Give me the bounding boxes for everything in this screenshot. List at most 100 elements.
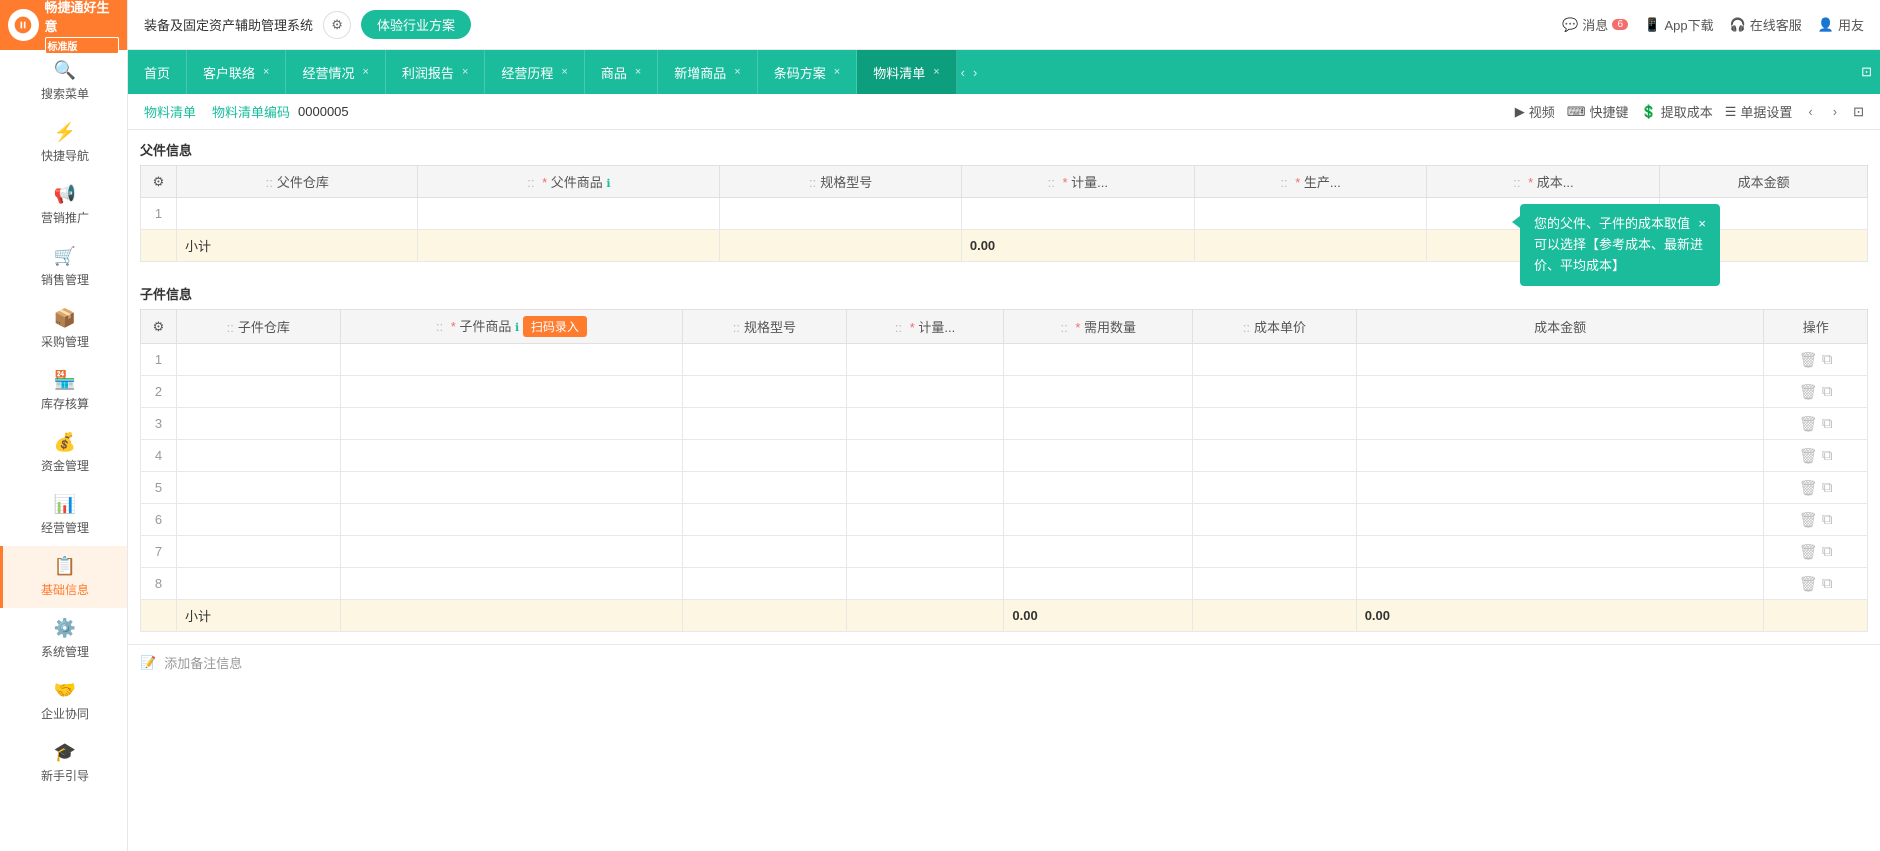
child-row2-unit-cost[interactable] bbox=[1193, 376, 1357, 408]
child-row4-warehouse[interactable] bbox=[177, 440, 341, 472]
delete-icon-4[interactable]: 🗑 bbox=[1799, 447, 1818, 465]
sidebar-item-guide[interactable]: 🎓 新手引导 bbox=[0, 732, 127, 794]
child-row1-qty[interactable] bbox=[1004, 344, 1193, 376]
sidebar-item-ops[interactable]: 📊 经营管理 bbox=[0, 484, 127, 546]
sidebar-item-system[interactable]: ⚙️ 系统管理 bbox=[0, 608, 127, 670]
child-row4-unit[interactable] bbox=[846, 440, 1004, 472]
content-nav-next[interactable]: › bbox=[1829, 104, 1841, 119]
child-row5-spec[interactable] bbox=[683, 472, 847, 504]
child-row5-goods[interactable] bbox=[340, 472, 682, 504]
copy-icon-8[interactable]: ⧉ bbox=[1822, 575, 1833, 593]
tab-bizstatus-close[interactable]: × bbox=[362, 66, 368, 78]
breadcrumb-code-label[interactable]: 物料清单编码 bbox=[212, 102, 290, 121]
tab-bizhistory[interactable]: 经营历程 × bbox=[485, 50, 584, 94]
delete-icon-5[interactable]: 🗑 bbox=[1799, 479, 1818, 497]
child-row1-unit[interactable] bbox=[846, 344, 1004, 376]
tab-customer-close[interactable]: × bbox=[263, 66, 269, 78]
child-row4-spec[interactable] bbox=[683, 440, 847, 472]
child-row6-unit-cost[interactable] bbox=[1193, 504, 1357, 536]
child-row2-qty[interactable] bbox=[1004, 376, 1193, 408]
sidebar-item-quick-nav[interactable]: ⚡ 快捷导航 bbox=[0, 112, 127, 174]
child-row5-warehouse[interactable] bbox=[177, 472, 341, 504]
child-col-gear[interactable]: ⚙ bbox=[141, 310, 177, 344]
sidebar-item-sales[interactable]: 🛒 销售管理 bbox=[0, 236, 127, 298]
gear-button[interactable]: ⚙ bbox=[323, 11, 351, 39]
tab-bom[interactable]: 物料清单 × bbox=[857, 50, 956, 94]
delete-icon-3[interactable]: 🗑 bbox=[1799, 415, 1818, 433]
view-btn[interactable]: ▶ 视频 bbox=[1515, 102, 1555, 121]
tab-profit[interactable]: 利润报告 × bbox=[386, 50, 485, 94]
child-row6-spec[interactable] bbox=[683, 504, 847, 536]
tab-bizstatus[interactable]: 经营情况 × bbox=[286, 50, 385, 94]
child-row2-unit[interactable] bbox=[846, 376, 1004, 408]
shortcut-btn[interactable]: ⌨ 快捷键 bbox=[1567, 102, 1629, 121]
tab-profit-close[interactable]: × bbox=[462, 66, 468, 78]
child-row3-goods[interactable] bbox=[340, 408, 682, 440]
tooltip-close-button[interactable]: × bbox=[1698, 214, 1706, 235]
child-row7-warehouse[interactable] bbox=[177, 536, 341, 568]
parent-row1-spec[interactable] bbox=[720, 198, 961, 230]
copy-icon-7[interactable]: ⧉ bbox=[1822, 543, 1833, 561]
child-row3-unit[interactable] bbox=[846, 408, 1004, 440]
child-row7-spec[interactable] bbox=[683, 536, 847, 568]
copy-icon-2[interactable]: ⧉ bbox=[1822, 383, 1833, 401]
sidebar-item-inventory[interactable]: 🏪 库存核算 bbox=[0, 360, 127, 422]
child-row4-qty[interactable] bbox=[1004, 440, 1193, 472]
tab-barcode[interactable]: 条码方案 × bbox=[758, 50, 857, 94]
child-row4-goods[interactable] bbox=[340, 440, 682, 472]
child-row6-goods[interactable] bbox=[340, 504, 682, 536]
sidebar-item-search[interactable]: 🔍 搜索菜单 bbox=[0, 50, 127, 112]
close-all-icon[interactable]: ⊡ bbox=[1861, 64, 1880, 80]
tab-customer[interactable]: 客户联络 × bbox=[187, 50, 286, 94]
parent-row1-goods[interactable] bbox=[418, 198, 720, 230]
child-row6-unit[interactable] bbox=[846, 504, 1004, 536]
copy-icon-5[interactable]: ⧉ bbox=[1822, 479, 1833, 497]
child-row5-unit-cost[interactable] bbox=[1193, 472, 1357, 504]
delete-icon-6[interactable]: 🗑 bbox=[1799, 511, 1818, 529]
child-row2-warehouse[interactable] bbox=[177, 376, 341, 408]
sidebar-item-purchase[interactable]: 📦 采购管理 bbox=[0, 298, 127, 360]
tab-goods-close[interactable]: × bbox=[635, 66, 641, 78]
sidebar-item-finance[interactable]: 💰 资金管理 bbox=[0, 422, 127, 484]
copy-icon-4[interactable]: ⧉ bbox=[1822, 447, 1833, 465]
child-row7-goods[interactable] bbox=[340, 536, 682, 568]
nav-prev[interactable]: ‹ bbox=[957, 65, 969, 80]
delete-icon-2[interactable]: 🗑 bbox=[1799, 383, 1818, 401]
child-row6-warehouse[interactable] bbox=[177, 504, 341, 536]
delete-icon-7[interactable]: 🗑 bbox=[1799, 543, 1818, 561]
parent-row1-warehouse[interactable] bbox=[177, 198, 418, 230]
copy-icon-6[interactable]: ⧉ bbox=[1822, 511, 1833, 529]
sidebar-item-basic[interactable]: 📋 基础信息 bbox=[0, 546, 127, 608]
child-row8-unit-cost[interactable] bbox=[1193, 568, 1357, 600]
tab-bom-close[interactable]: × bbox=[933, 66, 939, 78]
cost-btn[interactable]: 💲 提取成本 bbox=[1641, 102, 1713, 121]
tab-newgoods[interactable]: 新增商品 × bbox=[658, 50, 757, 94]
child-row5-qty[interactable] bbox=[1004, 472, 1193, 504]
delete-icon-1[interactable]: 🗑 bbox=[1799, 351, 1818, 369]
copy-icon-3[interactable]: ⧉ bbox=[1822, 415, 1833, 433]
try-button[interactable]: 体验行业方案 bbox=[361, 10, 471, 39]
tab-barcode-close[interactable]: × bbox=[834, 66, 840, 78]
child-row2-spec[interactable] bbox=[683, 376, 847, 408]
content-nav-prev[interactable]: ‹ bbox=[1804, 104, 1816, 119]
child-row1-spec[interactable] bbox=[683, 344, 847, 376]
settings-btn[interactable]: ☰ 单据设置 bbox=[1725, 102, 1793, 121]
message-button[interactable]: 💬 消息 6 bbox=[1562, 15, 1628, 34]
sidebar-item-marketing[interactable]: 📢 营销推广 bbox=[0, 174, 127, 236]
child-row6-qty[interactable] bbox=[1004, 504, 1193, 536]
tab-goods[interactable]: 商品 × bbox=[585, 50, 658, 94]
child-row8-unit[interactable] bbox=[846, 568, 1004, 600]
child-row2-goods[interactable] bbox=[340, 376, 682, 408]
child-row8-spec[interactable] bbox=[683, 568, 847, 600]
child-row1-unit-cost[interactable] bbox=[1193, 344, 1357, 376]
breadcrumb-bom[interactable]: 物料清单 bbox=[144, 102, 196, 121]
service-button[interactable]: 🎧 在线客服 bbox=[1730, 15, 1802, 34]
note-text[interactable]: 添加备注信息 bbox=[164, 653, 242, 672]
child-row7-qty[interactable] bbox=[1004, 536, 1193, 568]
child-row3-qty[interactable] bbox=[1004, 408, 1193, 440]
child-row7-unit-cost[interactable] bbox=[1193, 536, 1357, 568]
child-row3-spec[interactable] bbox=[683, 408, 847, 440]
child-row3-warehouse[interactable] bbox=[177, 408, 341, 440]
sidebar-item-collab[interactable]: 🤝 企业协同 bbox=[0, 670, 127, 732]
expand-icon[interactable]: ⊡ bbox=[1853, 104, 1864, 120]
